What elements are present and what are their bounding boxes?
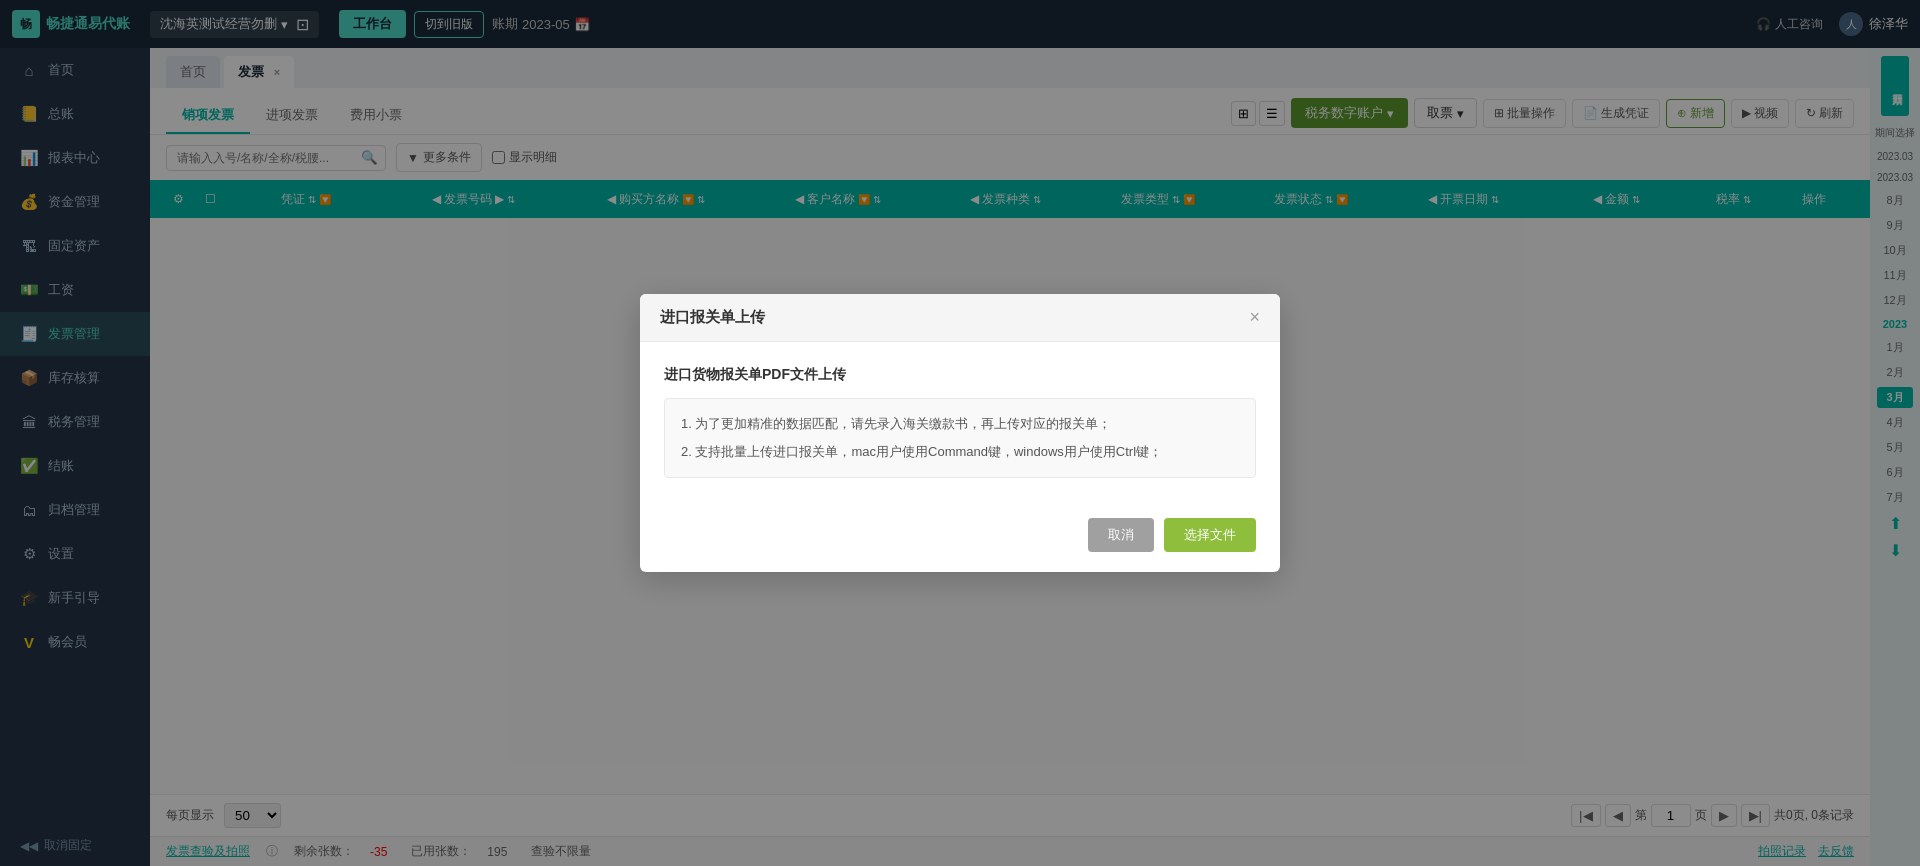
dialog-info-box: 1. 为了更加精准的数据匹配，请先录入海关缴款书，再上传对应的报关单； 2. 支… xyxy=(664,398,1256,478)
dialog-body: 进口货物报关单PDF文件上传 1. 为了更加精准的数据匹配，请先录入海关缴款书，… xyxy=(640,342,1280,518)
dialog-header: 进口报关单上传 × xyxy=(640,294,1280,342)
dialog-select-file-button[interactable]: 选择文件 xyxy=(1164,518,1256,552)
dialog-cancel-button[interactable]: 取消 xyxy=(1088,518,1154,552)
dialog-info-item-2: 2. 支持批量上传进口报关单，mac用户使用Command键，windows用户… xyxy=(681,441,1239,463)
modal-overlay[interactable]: 进口报关单上传 × 进口货物报关单PDF文件上传 1. 为了更加精准的数据匹配，… xyxy=(0,0,1920,866)
dialog-close-button[interactable]: × xyxy=(1249,308,1260,326)
dialog-section-title: 进口货物报关单PDF文件上传 xyxy=(664,366,1256,384)
dialog-title: 进口报关单上传 xyxy=(660,308,765,327)
dialog-info-item-1: 1. 为了更加精准的数据匹配，请先录入海关缴款书，再上传对应的报关单； xyxy=(681,413,1239,435)
import-dialog: 进口报关单上传 × 进口货物报关单PDF文件上传 1. 为了更加精准的数据匹配，… xyxy=(640,294,1280,572)
dialog-footer: 取消 选择文件 xyxy=(640,518,1280,572)
